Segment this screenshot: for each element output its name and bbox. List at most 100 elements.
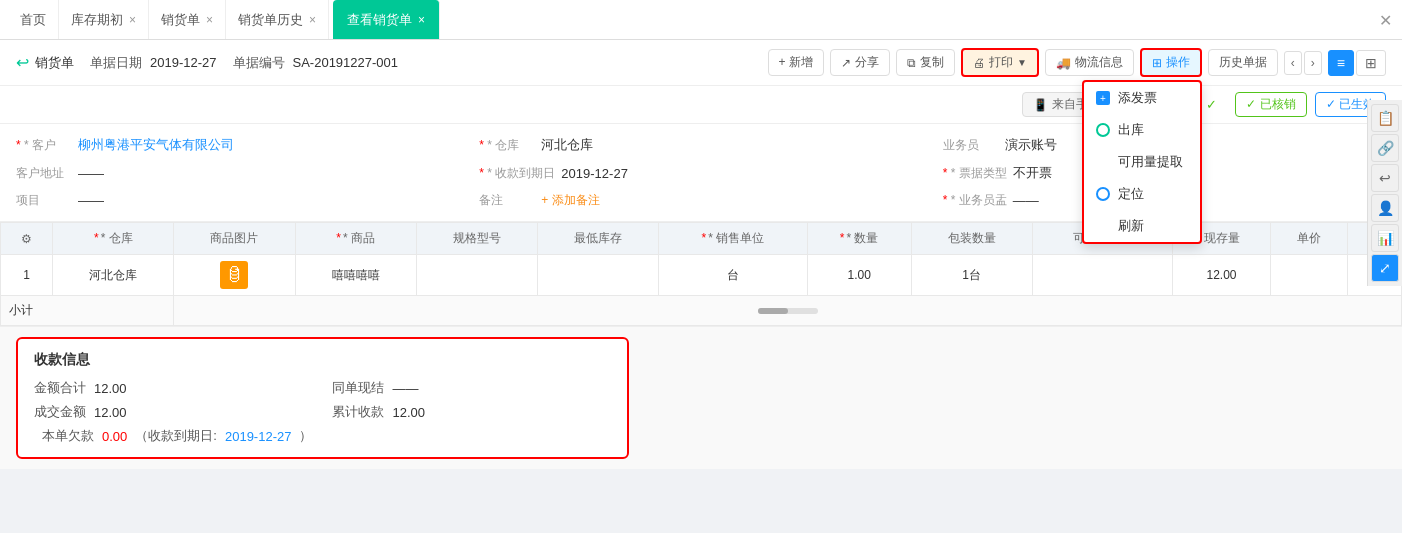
print-icon: 🖨	[973, 56, 985, 70]
row-min-stock	[537, 255, 658, 296]
dropdown-item-locate[interactable]: 定位	[1084, 178, 1200, 210]
col-product: * 商品	[295, 223, 416, 255]
payment-grid: 金额合计 12.00 同单现结 —— 成交金额 12.00 累计收款 12.00	[34, 379, 611, 445]
close-tab-sales[interactable]: ×	[206, 13, 213, 27]
subtotal-label: 小计	[1, 296, 174, 326]
total-amount-label: 金额合计	[34, 379, 86, 397]
invoice-icon: +	[1096, 91, 1110, 105]
bottom-area: 收款信息 金额合计 12.00 同单现结 —— 成交金额 12.00 累计收款 …	[0, 327, 1402, 469]
project-label: 项目	[16, 192, 72, 209]
panel-btn-1[interactable]: 📋	[1371, 104, 1399, 132]
window-close-button[interactable]: ✕	[1379, 10, 1392, 29]
done1-button[interactable]: ✓ 已核销	[1235, 92, 1306, 117]
share-button[interactable]: ↗ 分享	[830, 49, 890, 76]
panel-btn-5[interactable]: 📊	[1371, 224, 1399, 252]
add-note-button[interactable]: + 添加备注	[541, 192, 599, 209]
next-button[interactable]: ›	[1304, 51, 1322, 75]
deal-amount-value: 12.00	[94, 405, 127, 420]
list-view-button[interactable]: ≡	[1328, 50, 1354, 76]
col-settings[interactable]: ⚙	[1, 223, 53, 255]
current-owed-value: 0.00	[102, 429, 127, 444]
copy-button[interactable]: ⧉ 复制	[896, 49, 955, 76]
row-index: 1	[1, 255, 53, 296]
due-date-value: 2019-12-27	[561, 166, 628, 181]
phone-icon: 📱	[1033, 98, 1048, 112]
doc-header: ↩ 销货单 单据日期 2019-12-27 单据编号 SA-20191227-0…	[0, 40, 1402, 86]
row-pack-qty[interactable]: 1台	[911, 255, 1032, 296]
salesman-label: 业务员	[943, 137, 999, 154]
toolbar: + 新增 ↗ 分享 ⧉ 复制 🖨 打印 ▼ 🚚 物流信息 ⊞ 操作	[768, 48, 1386, 77]
row-warehouse[interactable]: 河北仓库	[53, 255, 174, 296]
dropdown-item-outbound[interactable]: 出库	[1084, 114, 1200, 146]
doc-icon: ↩	[16, 53, 29, 72]
due-date-field: * 收款到期日 2019-12-27	[479, 164, 922, 182]
salesman2-label: * 业务员盂	[943, 192, 1007, 209]
panel-btn-2[interactable]: 🔗	[1371, 134, 1399, 162]
locate-icon	[1096, 187, 1110, 201]
history-button[interactable]: 历史单据	[1208, 49, 1278, 76]
col-price: 单价	[1271, 223, 1347, 255]
print-button[interactable]: 🖨 打印 ▼	[961, 48, 1039, 77]
customer-field: * 客户 柳州粤港平安气体有限公司	[16, 136, 459, 154]
deal-amount-item: 成交金额 12.00	[34, 403, 312, 421]
right-panel: 📋 🔗 ↩ 👤 📊 ⤢	[1367, 100, 1402, 286]
close-tab-sales-history[interactable]: ×	[309, 13, 316, 27]
add-button[interactable]: + 新增	[768, 49, 824, 76]
total-amount-value: 12.00	[94, 381, 127, 396]
grid-view-button[interactable]: ⊞	[1356, 50, 1386, 76]
subtotal-row: 小计	[1, 296, 1402, 326]
tab-sales[interactable]: 销货单 ×	[149, 0, 226, 39]
logistics-button[interactable]: 🚚 物流信息	[1045, 49, 1134, 76]
customer-value[interactable]: 柳州粤港平安气体有限公司	[78, 136, 234, 154]
tab-view-sales[interactable]: 查看销货单 ×	[333, 0, 440, 39]
col-qty: * 数量	[807, 223, 911, 255]
same-order-value: ——	[392, 381, 418, 396]
logistics-icon: 🚚	[1056, 56, 1071, 70]
table-row: 1 河北仓库 🛢 嘻嘻嘻嘻 台 1.00 1台 12.00 0.	[1, 255, 1402, 296]
close-tab-inventory[interactable]: ×	[129, 13, 136, 27]
col-warehouse: * 仓库	[53, 223, 174, 255]
dropdown-item-available[interactable]: 可用量提取	[1084, 146, 1200, 178]
panel-btn-4[interactable]: 👤	[1371, 194, 1399, 222]
dropdown-item-refresh[interactable]: 刷新	[1084, 210, 1200, 242]
ticket-type-label: * 票据类型	[943, 165, 1007, 182]
address-value: ——	[78, 166, 104, 181]
prev-button[interactable]: ‹	[1284, 51, 1302, 75]
ticket-type-value: 不开票	[1013, 164, 1052, 182]
copy-icon: ⧉	[907, 56, 916, 70]
address-label: 客户地址	[16, 165, 72, 182]
total-collected-item: 累计收款 12.00	[332, 403, 610, 421]
payment-title: 收款信息	[34, 351, 611, 369]
current-owed-label: 本单欠款	[42, 427, 94, 445]
nav-arrows: ‹ ›	[1284, 51, 1322, 75]
panel-btn-3[interactable]: ↩	[1371, 164, 1399, 192]
project-field: 项目 ——	[16, 192, 459, 209]
tab-sales-history[interactable]: 销货单历史 ×	[226, 0, 329, 39]
expand-button[interactable]: ⤢	[1371, 254, 1399, 282]
dropdown-item-invoice[interactable]: + 添发票	[1084, 82, 1200, 114]
tab-bar: 首页 库存期初 × 销货单 × 销货单历史 × 查看销货单 × ✕	[0, 0, 1402, 40]
row-price[interactable]	[1271, 255, 1347, 296]
settings-icon: ⚙	[21, 232, 32, 246]
view-toggle: ≡ ⊞	[1328, 50, 1386, 76]
print-dropdown-arrow: ▼	[1017, 57, 1027, 68]
tab-home[interactable]: 首页	[8, 0, 59, 39]
subtotal-values	[174, 296, 1402, 326]
due-date-label: * 收款到期日	[479, 165, 555, 182]
operation-wrapper: ⊞ 操作 + 添发票 出库 可用量提取	[1140, 48, 1202, 77]
doc-meta: 单据日期 2019-12-27 单据编号 SA-20191227-001	[90, 54, 398, 72]
col-pack-qty: 包装数量	[911, 223, 1032, 255]
tab-inventory[interactable]: 库存期初 ×	[59, 0, 149, 39]
row-unit[interactable]: 台	[659, 255, 808, 296]
total-amount-item: 金额合计 12.00	[34, 379, 312, 397]
close-tab-view-sales[interactable]: ×	[418, 13, 425, 27]
payment-info-box: 收款信息 金额合计 12.00 同单现结 —— 成交金额 12.00 累计收款 …	[16, 337, 629, 459]
customer-label: * 客户	[16, 137, 72, 154]
total-collected-label: 累计收款	[332, 403, 384, 421]
row-product[interactable]: 嘻嘻嘻嘻	[295, 255, 416, 296]
operation-button[interactable]: ⊞ 操作	[1140, 48, 1202, 77]
current-owed-item: 本单欠款 0.00 （收款到期日: 2019-12-27）	[34, 427, 312, 445]
row-qty[interactable]: 1.00	[807, 255, 911, 296]
doc-title-text: 销货单	[35, 54, 74, 72]
row-spec[interactable]	[416, 255, 537, 296]
